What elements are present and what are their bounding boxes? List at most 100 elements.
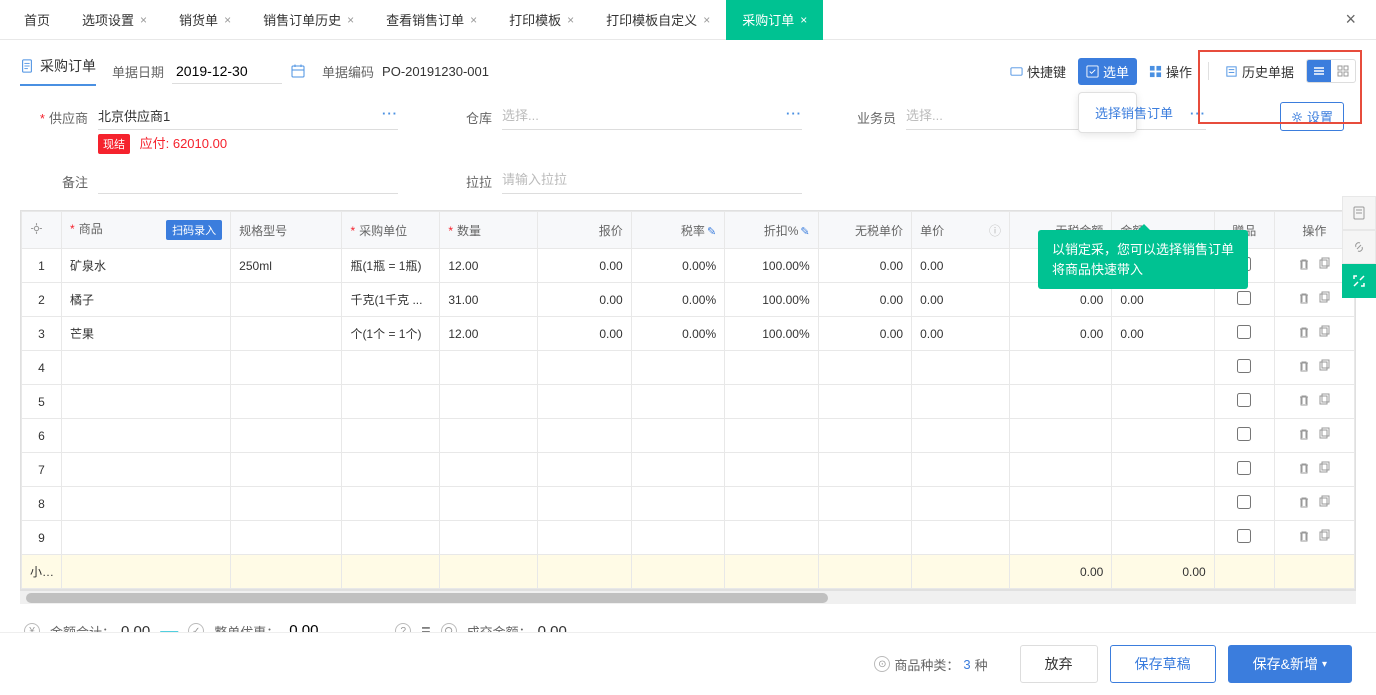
table-row[interactable]: 7 [22,453,1355,487]
tab-options[interactable]: 选项设置× [66,0,163,40]
lala-input[interactable] [502,166,802,194]
cell-quote[interactable]: 0.00 [538,283,631,317]
more-icon[interactable]: ··· [1190,106,1206,121]
cell-quote[interactable] [538,521,631,555]
cell-product[interactable]: 矿泉水 [62,249,231,283]
cell-notax-price[interactable] [818,487,911,521]
cell-uprice[interactable] [912,351,1010,385]
cell-unit[interactable] [342,419,440,453]
cell-quote[interactable]: 0.00 [538,317,631,351]
gift-checkbox[interactable] [1237,359,1251,373]
tab-sales[interactable]: 销货单× [163,0,247,40]
discard-button[interactable]: 放弃 [1020,645,1098,683]
cell-unit[interactable] [342,385,440,419]
copy-icon[interactable] [1316,461,1332,477]
cell-unit[interactable] [342,453,440,487]
history-button[interactable]: 历史单据 [1217,58,1302,85]
cell-qty[interactable]: 12.00 [440,317,538,351]
close-icon[interactable]: × [347,13,354,27]
cell-product[interactable] [62,521,231,555]
gift-checkbox[interactable] [1237,291,1251,305]
cell-uprice[interactable]: 0.00 [912,317,1010,351]
cell-quote[interactable] [538,419,631,453]
cell-tax[interactable]: 0.00% [631,283,724,317]
scroll-thumb[interactable] [26,593,828,603]
cell-gift[interactable] [1214,351,1274,385]
cell-uprice[interactable] [912,487,1010,521]
cell-amount[interactable] [1112,419,1214,453]
cell-tax[interactable] [631,385,724,419]
cell-qty[interactable] [440,487,538,521]
cell-tax[interactable] [631,487,724,521]
select-button[interactable]: 选单 选择销售订单 [1078,58,1137,85]
close-icon[interactable]: × [470,13,477,27]
scan-badge[interactable]: 扫码录入 [166,220,222,240]
cell-qty[interactable] [440,419,538,453]
rail-expand-button[interactable] [1342,264,1376,298]
delete-icon[interactable] [1296,359,1312,375]
cell-notax-amt[interactable] [1009,521,1111,555]
cell-gift[interactable] [1214,317,1274,351]
cell-notax-price[interactable] [818,419,911,453]
cell-notax-price[interactable] [818,385,911,419]
cell-uprice[interactable] [912,521,1010,555]
cell-qty[interactable] [440,521,538,555]
cell-gift[interactable] [1214,487,1274,521]
cell-discount[interactable] [725,487,818,521]
cell-quote[interactable] [538,487,631,521]
cell-qty[interactable] [440,385,538,419]
cell-product[interactable] [62,487,231,521]
select-sales-order[interactable]: 选择销售订单 [1078,92,1137,133]
delete-icon[interactable] [1296,325,1312,341]
cell-quote[interactable] [538,351,631,385]
gift-checkbox[interactable] [1237,393,1251,407]
cell-unit[interactable] [342,521,440,555]
cell-qty[interactable] [440,351,538,385]
copy-icon[interactable] [1316,529,1332,545]
cell-discount[interactable] [725,453,818,487]
cell-uprice[interactable] [912,419,1010,453]
cell-notax-amt[interactable] [1009,419,1111,453]
cell-discount[interactable] [725,521,818,555]
save-new-button[interactable]: 保存&新增▾ [1228,645,1352,683]
cell-uprice[interactable] [912,453,1010,487]
more-icon[interactable]: ··· [786,106,802,121]
th-gear[interactable] [22,212,62,249]
table-row[interactable]: 5 [22,385,1355,419]
cell-amount[interactable]: 0.00 [1112,317,1214,351]
cell-amount[interactable] [1112,351,1214,385]
cell-tax[interactable]: 0.00% [631,317,724,351]
tab-home[interactable]: 首页 [8,0,66,40]
cell-product[interactable] [62,419,231,453]
cell-notax-price[interactable]: 0.00 [818,249,911,283]
cell-notax-amt[interactable] [1009,487,1111,521]
cell-notax-amt[interactable] [1009,453,1111,487]
cell-qty[interactable]: 31.00 [440,283,538,317]
view-list-button[interactable] [1307,60,1331,82]
gift-checkbox[interactable] [1237,461,1251,475]
cell-discount[interactable]: 100.00% [725,249,818,283]
copy-icon[interactable] [1316,291,1332,307]
remark-input[interactable] [98,166,398,194]
rail-link-button[interactable] [1342,230,1376,264]
cell-spec[interactable] [231,351,342,385]
delete-icon[interactable] [1296,495,1312,511]
th-product[interactable]: *商品扫码录入 [62,212,231,249]
cell-discount[interactable] [725,419,818,453]
cell-amount[interactable] [1112,487,1214,521]
view-grid-button[interactable] [1331,60,1355,82]
cell-discount[interactable] [725,351,818,385]
cell-spec[interactable] [231,419,342,453]
cell-spec[interactable]: 250ml [231,249,342,283]
cell-tax[interactable] [631,419,724,453]
copy-icon[interactable] [1316,495,1332,511]
close-icon[interactable]: × [703,13,710,27]
delete-icon[interactable] [1296,461,1312,477]
cell-tax[interactable] [631,453,724,487]
cell-tax[interactable]: 0.00% [631,249,724,283]
cell-notax-price[interactable] [818,453,911,487]
table-row[interactable]: 3芒果个(1个 = 1个)12.000.000.00%100.00%0.000.… [22,317,1355,351]
cell-gift[interactable] [1214,453,1274,487]
cell-gift[interactable] [1214,385,1274,419]
close-icon[interactable]: × [224,13,231,27]
